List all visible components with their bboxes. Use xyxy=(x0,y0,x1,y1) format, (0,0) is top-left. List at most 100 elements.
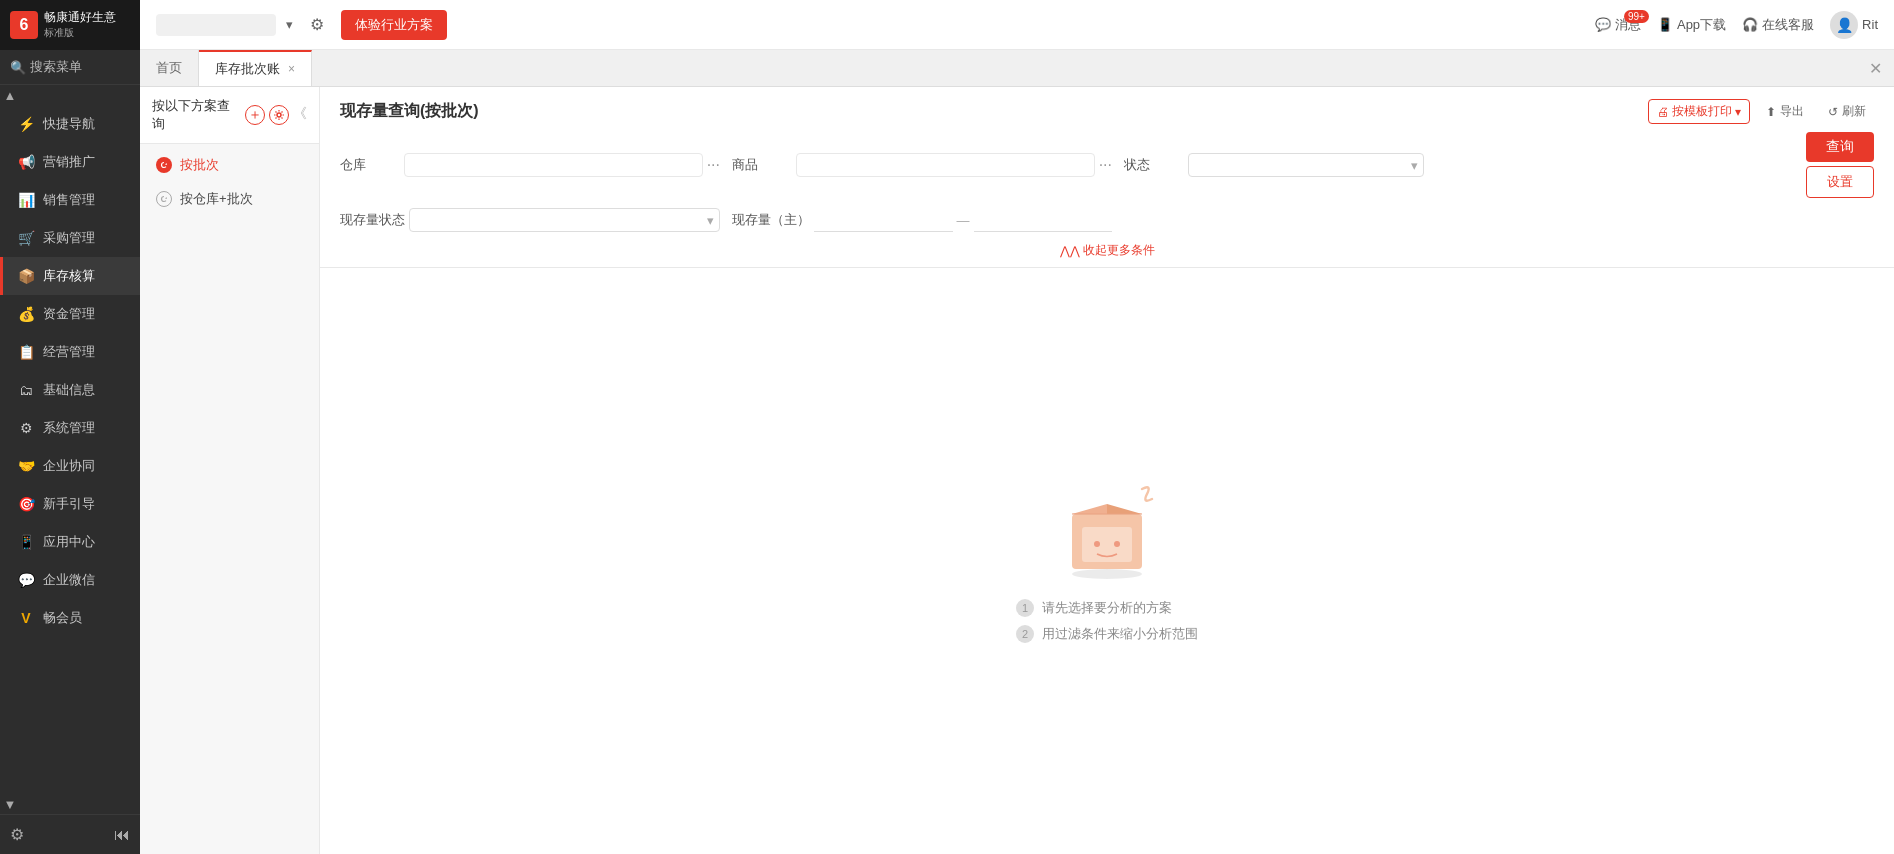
sidebar-item-inventory[interactable]: 📦 库存核算 xyxy=(0,257,140,295)
sidebar-item-purchase[interactable]: 🛒 采购管理 xyxy=(0,219,140,257)
sales-icon: 📊 xyxy=(17,191,35,209)
newbie-icon: 🎯 xyxy=(17,495,35,513)
sidebar-item-marketing[interactable]: 📢 营销推广 xyxy=(0,143,140,181)
export-icon: ⬆ xyxy=(1766,105,1776,119)
export-btn[interactable]: ⬆ 导出 xyxy=(1758,99,1812,124)
sidebar-item-system-label: 系统管理 xyxy=(43,419,95,437)
sidebar-item-newbie-label: 新手引导 xyxy=(43,495,95,513)
svg-point-7 xyxy=(1094,541,1100,547)
sidebar-item-marketing-label: 营销推广 xyxy=(43,153,95,171)
qty-range: — xyxy=(814,209,1112,232)
sidebar-item-system[interactable]: ⚙ 系统管理 xyxy=(0,409,140,447)
hint-text-1: 请先选择要分析的方案 xyxy=(1042,599,1172,617)
sidebar-item-membership[interactable]: V 畅会员 xyxy=(0,599,140,637)
sidebar-item-enterprise-label: 企业协同 xyxy=(43,457,95,475)
sidebar-item-quick-nav[interactable]: ⚡ 快捷导航 xyxy=(0,105,140,143)
query-btn[interactable]: 查询 xyxy=(1806,132,1874,162)
filter-row-1: 仓库 ··· 商品 ··· xyxy=(340,132,1874,198)
empty-hint-2: 2 用过滤条件来缩小分析范围 xyxy=(1016,625,1198,643)
tab-home[interactable]: 首页 xyxy=(140,50,199,86)
topbar: ▾ ⚙ 体验行业方案 💬 消息 99+ 📱 App下载 🎧 在线客服 👤 xyxy=(140,0,1894,50)
sidebar-item-operations[interactable]: 📋 经营管理 xyxy=(0,333,140,371)
print-dropdown-icon: ▾ xyxy=(1735,105,1741,119)
topbar-gear-btn[interactable]: ⚙ xyxy=(303,11,331,39)
collapse-btn[interactable]: ⋀⋀ 收起更多条件 xyxy=(1060,242,1155,259)
collapse-up-icon: ⋀⋀ xyxy=(1060,244,1080,258)
scroll-up-btn[interactable]: ▲ xyxy=(0,85,20,105)
topbar-search-input[interactable] xyxy=(156,14,276,36)
messages-btn[interactable]: 💬 消息 99+ xyxy=(1595,16,1641,34)
add-plan-btn[interactable]: ＋ xyxy=(245,105,265,125)
app-download-label: App下载 xyxy=(1677,16,1726,34)
tab-bar-close-btn[interactable]: ✕ xyxy=(1857,59,1894,78)
empty-hint-1: 1 请先选择要分析的方案 xyxy=(1016,599,1198,617)
status-label: 状态 xyxy=(1124,156,1184,174)
stock-status-label: 现存量状态 xyxy=(340,211,405,229)
refresh-btn[interactable]: ↺ 刷新 xyxy=(1820,99,1874,124)
panel-collapse-icon[interactable]: 《 xyxy=(293,105,307,125)
plan-settings-btn[interactable] xyxy=(269,105,289,125)
print-btn[interactable]: 🖨 按模板打印 ▾ xyxy=(1648,99,1750,124)
stock-status-select[interactable]: 全部 xyxy=(409,208,720,232)
plan-item-warehouse-batch[interactable]: 按仓库+批次 xyxy=(140,182,319,216)
search-menu[interactable]: 🔍 搜索菜单 xyxy=(0,50,140,85)
trial-btn[interactable]: 体验行业方案 xyxy=(341,10,447,40)
sidebar-item-basic[interactable]: 🗂 基础信息 xyxy=(0,371,140,409)
collapse-sidebar-icon[interactable]: ⏮ xyxy=(114,826,130,844)
plan-item-batch-label: 按批次 xyxy=(180,156,219,174)
panel-header-label: 按以下方案查询 xyxy=(152,97,237,133)
sidebar-item-finance[interactable]: 💰 资金管理 xyxy=(0,295,140,333)
sidebar-item-enterprise[interactable]: 🤝 企业协同 xyxy=(0,447,140,485)
topbar-right: 💬 消息 99+ 📱 App下载 🎧 在线客服 👤 Rit xyxy=(1595,11,1878,39)
status-select[interactable]: 全部 xyxy=(1188,153,1424,177)
sidebar-item-basic-label: 基础信息 xyxy=(43,381,95,399)
tab-home-label: 首页 xyxy=(156,59,182,77)
app-download-btn[interactable]: 📱 App下载 xyxy=(1657,16,1726,34)
warehouse-more-icon[interactable]: ··· xyxy=(707,156,720,174)
topbar-dropdown[interactable]: ▾ xyxy=(286,17,293,32)
plan-dot-outline xyxy=(156,191,172,207)
company-name: 畅康通好生意 xyxy=(44,10,116,26)
scroll-down-btn[interactable]: ▼ xyxy=(0,794,20,814)
svg-point-1 xyxy=(1072,569,1142,579)
qty-dash: — xyxy=(957,213,970,228)
settings-btn[interactable]: 设置 xyxy=(1806,166,1874,198)
qty-max-input[interactable] xyxy=(974,209,1113,232)
sidebar-item-wechat[interactable]: 💬 企业微信 xyxy=(0,561,140,599)
basic-icon: 🗂 xyxy=(17,381,35,399)
sidebar-item-app-center[interactable]: 📱 应用中心 xyxy=(0,523,140,561)
tab-close-icon[interactable]: × xyxy=(288,62,295,76)
sidebar-nav: ⚡ 快捷导航 📢 营销推广 📊 销售管理 🛒 采购管理 📦 库存核算 💰 资金管… xyxy=(0,105,140,794)
left-panel: 按以下方案查询 ＋ 《 xyxy=(140,87,320,854)
settings-gear-icon[interactable]: ⚙ xyxy=(10,825,24,844)
search-icon: 🔍 xyxy=(10,60,26,75)
tab-inventory-batch-label: 库存批次账 xyxy=(215,60,280,78)
app-center-icon: 📱 xyxy=(17,533,35,551)
sidebar: 6 畅康通好生意 标准版 🔍 搜索菜单 ▲ ⚡ 快捷导航 📢 营销推广 📊 销售… xyxy=(0,0,140,854)
enterprise-icon: 🤝 xyxy=(17,457,35,475)
sidebar-item-newbie[interactable]: 🎯 新手引导 xyxy=(0,485,140,523)
product-input[interactable] xyxy=(805,158,1086,172)
plan-item-batch[interactable]: 按批次 xyxy=(140,148,319,182)
tab-inventory-batch[interactable]: 库存批次账 × xyxy=(199,50,312,86)
stock-qty-label: 现存量（主） xyxy=(732,211,810,229)
status-filter-group: 状态 全部 ▾ xyxy=(1124,153,1424,177)
system-icon: ⚙ xyxy=(17,419,35,437)
inventory-icon: 📦 xyxy=(17,267,35,285)
status-select-wrap: 全部 ▾ xyxy=(1188,153,1424,177)
sidebar-item-sales[interactable]: 📊 销售管理 xyxy=(0,181,140,219)
marketing-icon: 📢 xyxy=(17,153,35,171)
sidebar-item-operations-label: 经营管理 xyxy=(43,343,95,361)
refresh-main-icon: ↺ xyxy=(1828,105,1838,119)
product-input-box xyxy=(796,153,1095,177)
product-more-icon[interactable]: ··· xyxy=(1099,156,1112,174)
hint-num-2: 2 xyxy=(1016,625,1034,643)
plan-list: 按批次 按仓库+批次 xyxy=(140,144,319,854)
warehouse-input[interactable] xyxy=(413,158,694,172)
user-profile-btn[interactable]: 👤 Rit xyxy=(1830,11,1878,39)
printer-icon: 🖨 xyxy=(1657,105,1669,119)
refresh-outline-icon xyxy=(160,195,168,203)
online-support-btn[interactable]: 🎧 在线客服 xyxy=(1742,16,1814,34)
avatar: 👤 xyxy=(1830,11,1858,39)
qty-min-input[interactable] xyxy=(814,209,953,232)
